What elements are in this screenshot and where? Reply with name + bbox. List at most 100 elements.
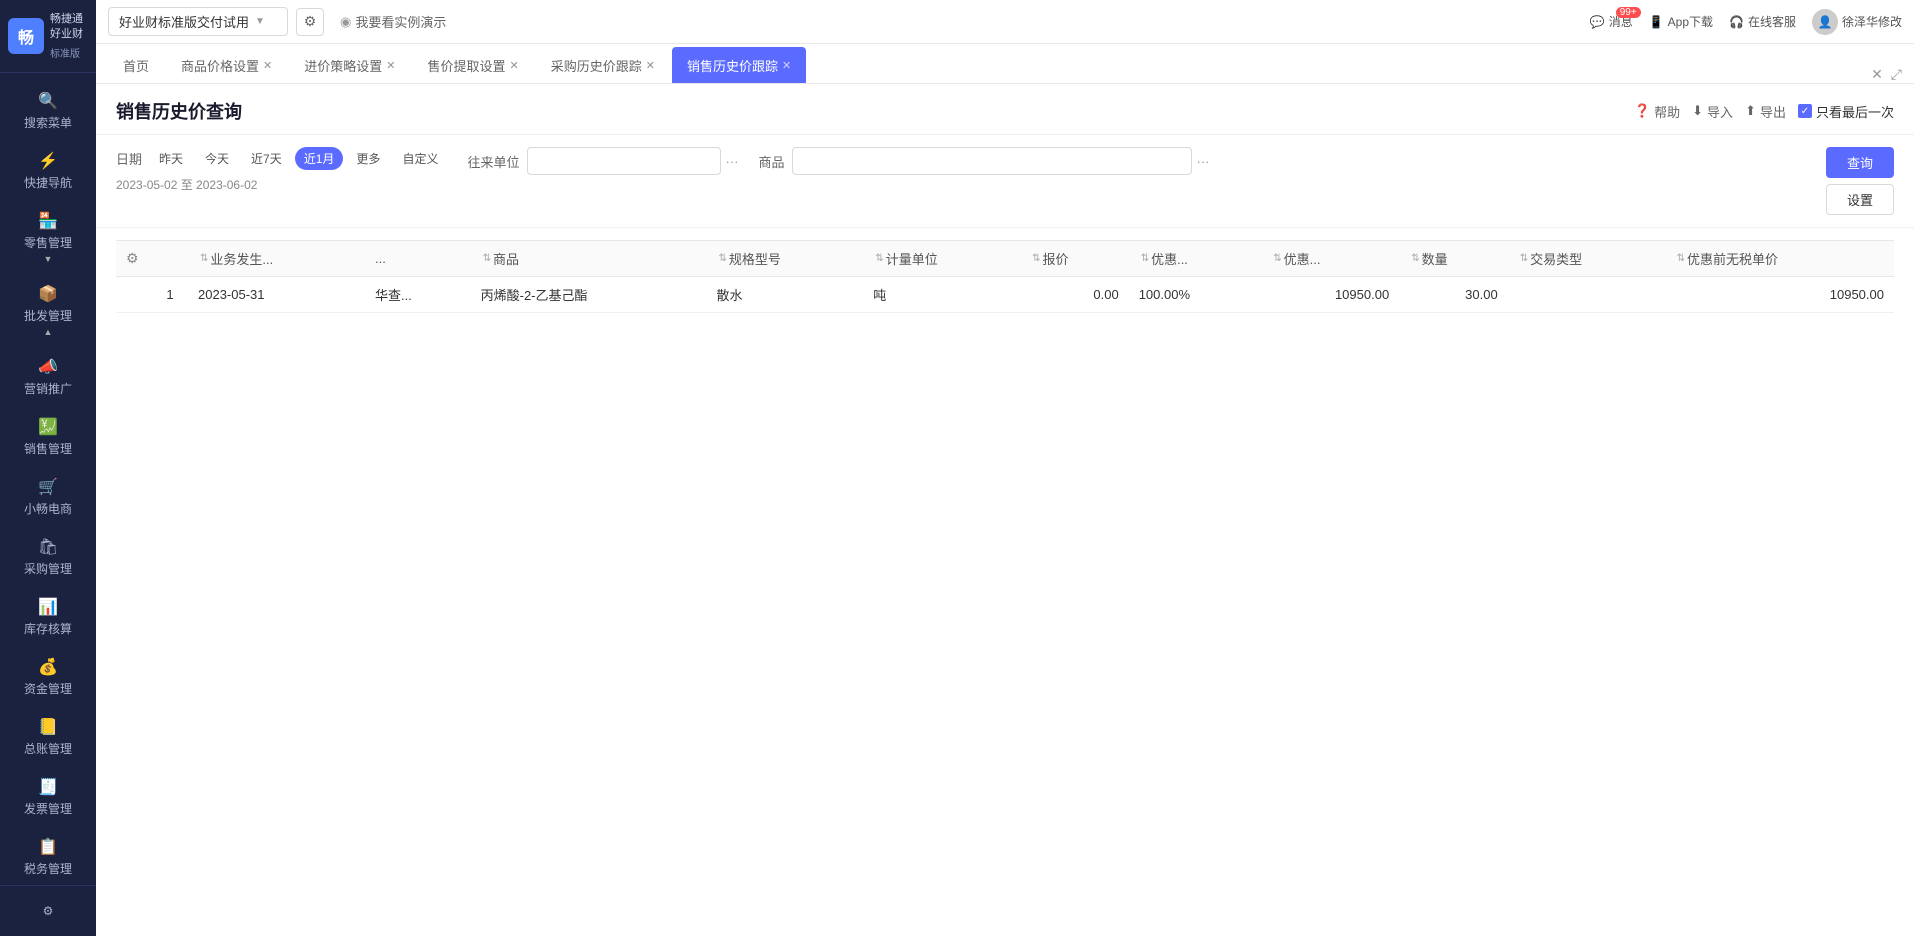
sort-icon-quantity[interactable]: ⇅	[1411, 253, 1419, 264]
topbar-settings-button[interactable]: ⚙	[296, 8, 324, 36]
tabbar: 首页商品价格设置 ✕进价策略设置 ✕售价提取设置 ✕采购历史价跟踪 ✕销售历史价…	[96, 44, 1914, 84]
sort-icon-discount_price[interactable]: ⇅	[1273, 253, 1281, 264]
product-input[interactable]	[792, 147, 1192, 175]
demo-link[interactable]: ◉ 我要看实例演示	[340, 12, 446, 31]
tab-label-sales-history: 销售历史价跟踪	[687, 56, 778, 75]
col-header-spec: ⇅规格型号	[706, 241, 863, 277]
date-btn-近1月[interactable]: 近1月	[295, 147, 344, 170]
sidebar-item-finance[interactable]: 💰资金管理	[0, 647, 96, 707]
sidebar-item-retail-mgmt[interactable]: 🏪零售管理▼	[0, 201, 96, 274]
export-button[interactable]: ⬆ 导出	[1745, 102, 1786, 121]
company-selector-text: 好业财标准版交付试用	[119, 12, 249, 31]
tab-purchase-strategy[interactable]: 进价策略设置 ✕	[289, 47, 410, 83]
col-label-spec: 规格型号	[729, 249, 781, 268]
col-header-settings[interactable]: ⚙	[116, 241, 152, 277]
col-header-unit: ⇅计量单位	[863, 241, 1020, 277]
col-label-trade_type: 交易类型	[1530, 249, 1582, 268]
quick-nav-icon: ⚡	[38, 151, 58, 171]
col-header-seq	[152, 241, 188, 277]
mobile-icon: 📱	[1649, 15, 1664, 29]
cell-quoted_price: 0.00	[1020, 277, 1129, 313]
sidebar-item-wholesale-mgmt[interactable]: 📦批发管理▲	[0, 274, 96, 347]
cell-pretax_price: 10950.00	[1665, 277, 1894, 313]
app-download-button[interactable]: 📱 App下载	[1649, 13, 1713, 30]
tab-close-sales-history[interactable]: ✕	[782, 59, 791, 72]
tab-home[interactable]: 首页	[108, 47, 164, 83]
date-btn-近7天[interactable]: 近7天	[242, 147, 291, 170]
sort-icon-pretax_price[interactable]: ⇅	[1677, 253, 1685, 264]
sort-icon-product[interactable]: ⇅	[483, 253, 491, 264]
sidebar-item-search-menu[interactable]: 🔍搜索菜单	[0, 81, 96, 141]
sidebar-item-inventory[interactable]: 📊库存核算	[0, 587, 96, 647]
demo-text: 我要看实例演示	[355, 12, 446, 31]
date-btn-自定义[interactable]: 自定义	[393, 147, 447, 170]
date-btn-更多[interactable]: 更多	[347, 147, 389, 170]
only-last-checkbox[interactable]	[1798, 104, 1812, 118]
col-label-discount_rate: 优惠...	[1151, 249, 1188, 268]
sidebar-item-tax-mgmt[interactable]: 📋税务管理	[0, 827, 96, 885]
sidebar-item-marketing[interactable]: 📣营销推广	[0, 347, 96, 407]
content-area: 销售历史价查询 ❓ 帮助 ⬇ 导入 ⬆ 导出	[96, 84, 1914, 936]
messages-button[interactable]: 💬 消息 99+	[1590, 13, 1633, 30]
table-body: 12023-05-31华查...丙烯酸-2-乙基己酯散水吨0.00100.00%…	[116, 277, 1894, 313]
message-icon: 💬	[1590, 15, 1605, 29]
col-label-discount_price: 优惠...	[1284, 249, 1321, 268]
tab-product-price[interactable]: 商品价格设置 ✕	[166, 47, 287, 83]
sidebar-item-general-ledger[interactable]: 📒总账管理	[0, 707, 96, 767]
tab-sales-history[interactable]: 销售历史价跟踪 ✕	[672, 47, 806, 83]
product-group: 商品 ···	[758, 147, 1209, 175]
expand-arrow-icon: ▲	[44, 327, 53, 337]
sort-icon-discount_rate[interactable]: ⇅	[1141, 253, 1149, 264]
purchase-mgmt-icon: 🛍	[38, 537, 58, 557]
source-unit-input[interactable]	[527, 147, 721, 175]
sort-icon-quoted_price[interactable]: ⇅	[1032, 253, 1040, 264]
col-label-biz_date: 业务发生...	[210, 249, 273, 268]
logo-icon: 畅	[8, 18, 44, 54]
page-header-actions: ❓ 帮助 ⬇ 导入 ⬆ 导出 只看最后一次	[1634, 102, 1894, 121]
col-label-pretax_price: 优惠前无税单价	[1687, 249, 1778, 268]
tab-sale-extract[interactable]: 售价提取设置 ✕	[412, 47, 533, 83]
tab-close-purchase-strategy[interactable]: ✕	[386, 59, 395, 72]
date-btn-今天[interactable]: 今天	[196, 147, 238, 170]
user-menu[interactable]: 👤 徐泽华修改	[1812, 9, 1902, 35]
import-button[interactable]: ⬇ 导入	[1692, 102, 1733, 121]
sort-icon-unit[interactable]: ⇅	[875, 253, 883, 264]
sort-icon-spec[interactable]: ⇅	[718, 253, 726, 264]
sidebar-item-purchase-mgmt[interactable]: 🛍采购管理	[0, 527, 96, 587]
tab-close-product-price[interactable]: ✕	[263, 59, 272, 72]
export-label: 导出	[1760, 102, 1786, 121]
date-label: 日期	[116, 149, 142, 168]
col-label-product: 商品	[493, 249, 519, 268]
tab-purchase-history[interactable]: 采购历史价跟踪 ✕	[536, 47, 670, 83]
settings-button[interactable]: 设置	[1826, 184, 1894, 215]
col-label-unit: 计量单位	[886, 249, 938, 268]
sort-icon-trade_type[interactable]: ⇅	[1520, 253, 1528, 264]
only-last-checkbox-group[interactable]: 只看最后一次	[1798, 102, 1894, 121]
date-btn-昨天[interactable]: 昨天	[150, 147, 192, 170]
product-more-button[interactable]: ···	[1196, 154, 1209, 169]
company-selector[interactable]: 好业财标准版交付试用 ▼	[108, 7, 288, 36]
user-name: 徐泽华修改	[1842, 13, 1902, 30]
help-button[interactable]: ❓ 帮助	[1634, 102, 1680, 121]
sort-icon-biz_date[interactable]: ⇅	[200, 253, 208, 264]
sidebar-item-label-general-ledger: 总账管理	[24, 740, 72, 757]
tab-close-purchase-history[interactable]: ✕	[646, 59, 655, 72]
window-maximize-button[interactable]: ⤢	[1891, 66, 1902, 83]
window-close-button[interactable]: ✕	[1871, 66, 1883, 83]
cell-unit: 吨	[863, 277, 1020, 313]
source-unit-more-button[interactable]: ···	[725, 154, 738, 169]
table-settings-icon[interactable]: ⚙	[126, 250, 139, 266]
online-service-button[interactable]: 🎧 在线客服	[1729, 13, 1796, 30]
sidebar-item-invoice-mgmt[interactable]: 🧾发票管理	[0, 767, 96, 827]
query-button[interactable]: 查询	[1826, 147, 1894, 178]
source-unit-label: 往来单位	[467, 152, 519, 171]
sidebar-item-ecommerce-small[interactable]: 🛒小畅电商	[0, 467, 96, 527]
gear-icon: ⚙	[304, 13, 317, 30]
sidebar-item-settings[interactable]: ⚙	[0, 896, 96, 926]
sidebar-item-quick-nav[interactable]: ⚡快捷导航	[0, 141, 96, 201]
sidebar-item-sales-mgmt[interactable]: 💹销售管理	[0, 407, 96, 467]
app-download-label: App下载	[1668, 13, 1713, 30]
avatar: 👤	[1812, 9, 1838, 35]
sidebar-item-label-tax-mgmt: 税务管理	[24, 860, 72, 877]
tab-close-sale-extract[interactable]: ✕	[510, 59, 519, 72]
